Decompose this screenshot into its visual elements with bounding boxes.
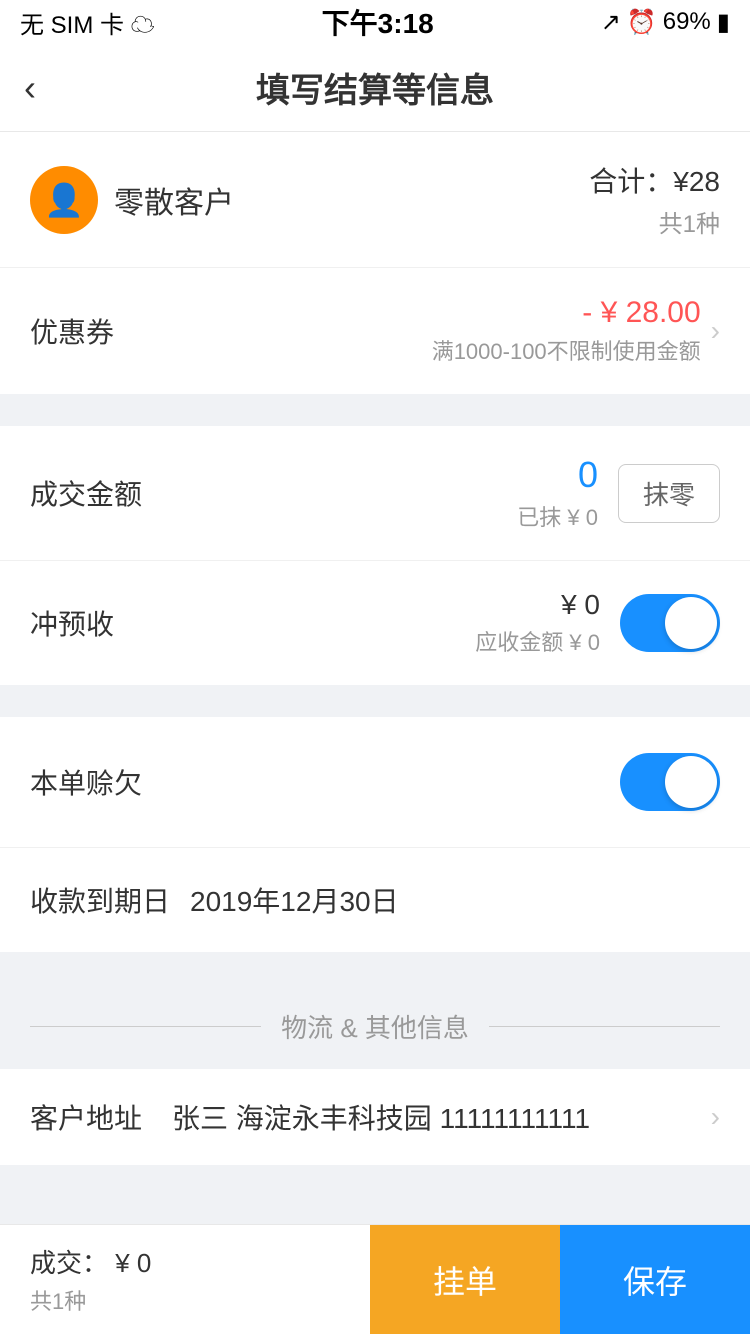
prepaid-amount: ¥ 0 <box>475 589 600 621</box>
hold-button[interactable]: 挂单 <box>370 1225 560 1334</box>
transaction-row: 成交金额 0 已抹 ¥ 0 抹零 <box>0 426 750 561</box>
transaction-sub: 已抹 ¥ 0 <box>517 500 598 532</box>
customer-row: 👤 零散客户 合计：¥28 共1种 <box>0 132 750 267</box>
coupon-amount: - ¥ 28.00 <box>432 296 701 330</box>
status-left: 无 SIM 卡 ☁ <box>20 5 155 40</box>
page-title: 填写结算等信息 <box>256 63 494 112</box>
bottom-summary: 成交： ¥ 0 共1种 <box>0 1243 370 1316</box>
transaction-right: 0 已抹 ¥ 0 抹零 <box>517 454 720 532</box>
status-time: 下午3:18 <box>322 2 434 42</box>
divider-1 <box>0 410 750 426</box>
divider-2 <box>0 685 750 701</box>
debt-row: 本单赊欠 <box>0 717 750 848</box>
prepaid-row: 冲预收 ¥ 0 应收金额 ¥ 0 <box>0 561 750 685</box>
main-content: 👤 零散客户 合计：¥28 共1种 优惠券 - ¥ 28.00 满1000-10… <box>0 132 750 1301</box>
bottom-bar: 成交： ¥ 0 共1种 挂单 保存 <box>0 1224 750 1334</box>
avatar: 👤 <box>30 166 98 234</box>
transaction-label: 成交金额 <box>30 473 142 513</box>
save-button[interactable]: 保存 <box>560 1225 750 1334</box>
toggle-knob <box>665 597 717 649</box>
status-right: ↗ ⏰ 69% ▮ <box>601 8 730 37</box>
nav-bar: ‹ 填写结算等信息 <box>0 44 750 132</box>
due-date-label: 收款到期日 <box>30 880 170 920</box>
back-button[interactable]: ‹ <box>24 67 36 109</box>
transaction-value: 0 <box>517 454 598 496</box>
logistics-title: 物流 & 其他信息 <box>261 1008 489 1045</box>
battery-level: 69% <box>663 8 711 36</box>
due-date-value: 2019年12月30日 <box>190 880 399 920</box>
prepaid-sub: 应收金额 ¥ 0 <box>475 625 600 657</box>
person-icon: 👤 <box>44 181 84 219</box>
customer-section: 👤 零散客户 合计：¥28 共1种 优惠券 - ¥ 28.00 满1000-10… <box>0 132 750 394</box>
debt-section: 本单赊欠 收款到期日 2019年12月30日 <box>0 717 750 952</box>
alarm-icon: ⏰ <box>627 8 657 37</box>
prepaid-info: ¥ 0 应收金额 ¥ 0 <box>475 589 600 657</box>
customer-right: 合计：¥28 共1种 <box>589 160 720 239</box>
coupon-info: - ¥ 28.00 满1000-100不限制使用金额 <box>432 296 701 366</box>
address-value: 张三 海淀永丰科技园 11111111111 <box>172 1097 711 1137</box>
divider-3 <box>0 952 750 968</box>
sim-status: 无 SIM 卡 ☁ <box>20 5 155 40</box>
prepaid-toggle[interactable] <box>620 594 720 652</box>
logistics-line-right <box>489 1026 720 1027</box>
customer-left: 👤 零散客户 <box>30 166 234 234</box>
debt-toggle-knob <box>665 756 717 808</box>
due-date-row: 收款到期日 2019年12月30日 <box>0 848 750 952</box>
coupon-row[interactable]: 优惠券 - ¥ 28.00 满1000-100不限制使用金额 › <box>0 267 750 394</box>
coupon-label: 优惠券 <box>30 311 114 351</box>
customer-count: 共1种 <box>589 204 720 239</box>
status-bar: 无 SIM 卡 ☁ 下午3:18 ↗ ⏰ 69% ▮ <box>0 0 750 44</box>
logistics-section: 物流 & 其他信息 <box>0 984 750 1069</box>
address-row[interactable]: 客户地址 张三 海淀永丰科技园 11111111111 › <box>0 1069 750 1165</box>
debt-label: 本单赊欠 <box>30 762 142 802</box>
round-zero-button[interactable]: 抹零 <box>618 464 720 523</box>
address-section: 客户地址 张三 海淀永丰科技园 11111111111 › <box>0 1069 750 1165</box>
logistics-line-left <box>30 1026 261 1027</box>
customer-name: 零散客户 <box>114 178 234 222</box>
prepaid-right: ¥ 0 应收金额 ¥ 0 <box>475 589 720 657</box>
prepaid-label: 冲预收 <box>30 603 114 643</box>
location-icon: ↗ <box>601 8 621 37</box>
address-label: 客户地址 <box>30 1097 142 1137</box>
bottom-summary-count: 共1种 <box>30 1284 340 1316</box>
transaction-section: 成交金额 0 已抹 ¥ 0 抹零 冲预收 ¥ 0 应收金额 ¥ 0 <box>0 426 750 685</box>
transaction-right-col: 0 已抹 ¥ 0 <box>517 454 598 532</box>
bottom-summary-label: 成交： ¥ 0 <box>30 1243 340 1280</box>
debt-toggle[interactable] <box>620 753 720 811</box>
coupon-right: - ¥ 28.00 满1000-100不限制使用金额 › <box>432 296 720 366</box>
customer-total: 合计：¥28 <box>589 160 720 200</box>
address-chevron-icon: › <box>711 1101 720 1133</box>
chevron-right-icon: › <box>711 315 720 347</box>
battery-icon: ▮ <box>717 8 730 37</box>
logistics-header: 物流 & 其他信息 <box>0 984 750 1069</box>
coupon-desc: 满1000-100不限制使用金额 <box>432 334 701 366</box>
